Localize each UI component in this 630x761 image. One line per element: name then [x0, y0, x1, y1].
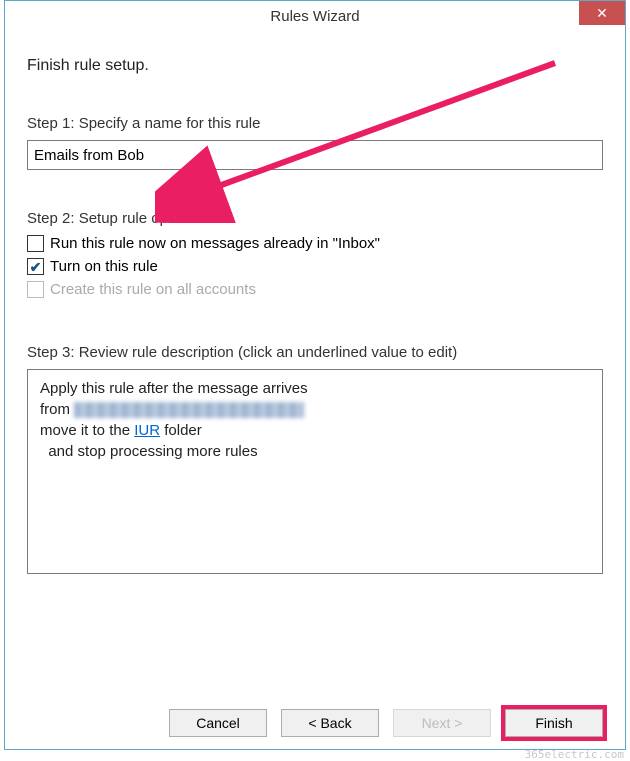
option-run-now-row: Run this rule now on messages already in…	[27, 235, 603, 252]
option-run-now-checkbox[interactable]	[27, 235, 44, 252]
option-all-accounts-row: Create this rule on all accounts	[27, 281, 603, 298]
rule-description-box: Apply this rule after the message arrive…	[27, 369, 603, 574]
close-button[interactable]: ✕	[579, 1, 625, 25]
desc-folder-link[interactable]: IUR	[134, 422, 160, 439]
wizard-button-row: Cancel < Back Next > Finish	[5, 709, 625, 737]
rules-wizard-window: Rules Wizard ✕ Finish rule setup. Step 1…	[4, 0, 626, 750]
option-turn-on-label: Turn on this rule	[50, 258, 158, 275]
page-heading: Finish rule setup.	[27, 57, 603, 75]
wizard-content: Finish rule setup. Step 1: Specify a nam…	[5, 33, 625, 584]
rule-name-input[interactable]	[27, 140, 603, 170]
option-turn-on-checkbox[interactable]: ✔	[27, 258, 44, 275]
desc-line3: move it to the IUR folder	[40, 420, 590, 441]
cancel-button[interactable]: Cancel	[169, 709, 267, 737]
close-icon: ✕	[596, 5, 608, 22]
watermark-text: 365electric.com	[525, 748, 624, 761]
step1-label: Step 1: Specify a name for this rule	[27, 115, 603, 132]
desc-line4: and stop processing more rules	[40, 441, 590, 462]
option-turn-on-row: ✔ Turn on this rule	[27, 258, 603, 275]
desc-from-value-redacted[interactable]	[74, 402, 304, 418]
step3-label: Step 3: Review rule description (click a…	[27, 344, 603, 361]
desc-line2: from	[40, 399, 590, 420]
window-title: Rules Wizard	[270, 8, 359, 25]
desc-line1: Apply this rule after the message arrive…	[40, 378, 590, 399]
option-all-accounts-checkbox	[27, 281, 44, 298]
titlebar: Rules Wizard ✕	[5, 1, 625, 33]
option-run-now-label: Run this rule now on messages already in…	[50, 235, 380, 252]
checkmark-icon: ✔	[30, 260, 42, 274]
option-all-accounts-label: Create this rule on all accounts	[50, 281, 256, 298]
next-button: Next >	[393, 709, 491, 737]
finish-button[interactable]: Finish	[505, 709, 603, 737]
back-button[interactable]: < Back	[281, 709, 379, 737]
step2-label: Step 2: Setup rule options	[27, 210, 603, 227]
